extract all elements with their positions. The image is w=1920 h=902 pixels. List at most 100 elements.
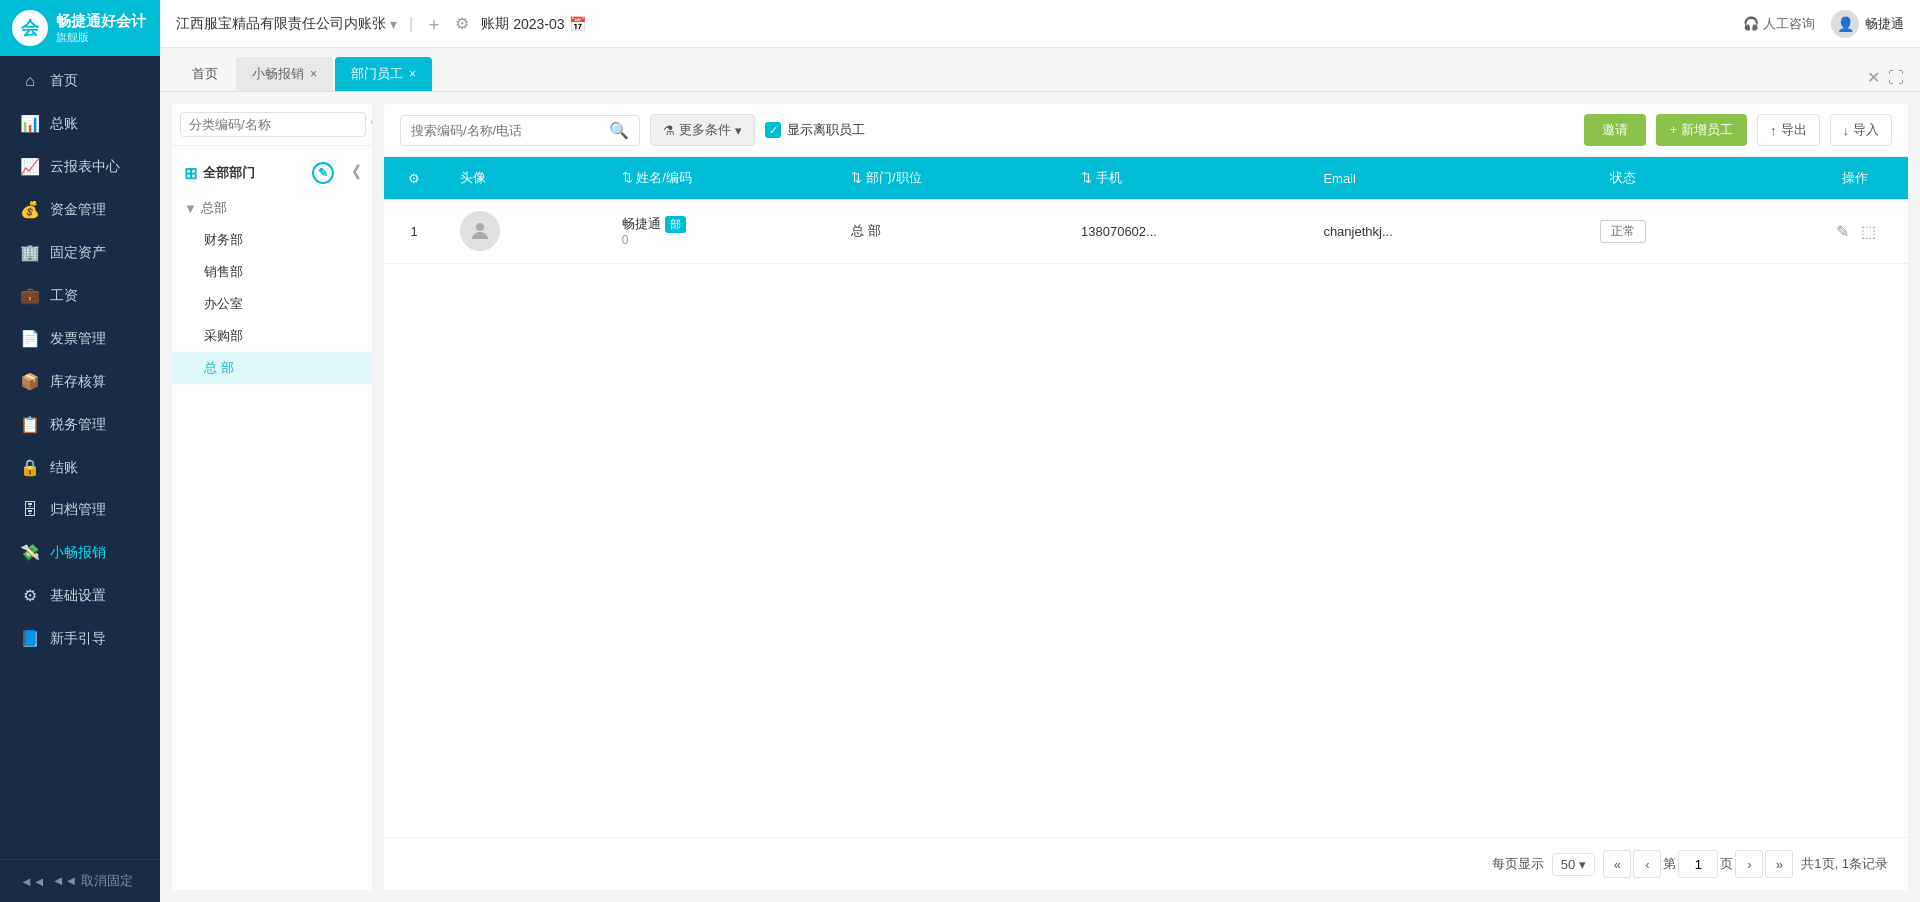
cell-actions: ✎ ⬚ — [1710, 199, 1908, 264]
sidebar-item-expense[interactable]: 💸 小畅报销 — [0, 531, 160, 574]
filter-button[interactable]: ⚗ 更多条件 ▾ — [650, 114, 755, 146]
dept-edit-button[interactable]: ✎ — [312, 162, 334, 184]
sidebar-pin-toggle[interactable]: ◄◄ ◄◄ 取消固定 — [0, 859, 160, 902]
first-page-button[interactable]: « — [1603, 850, 1631, 878]
invite-button[interactable]: 邀请 — [1584, 114, 1646, 146]
chevron-down-icon: ▾ — [390, 16, 397, 32]
edit-icon[interactable]: ✎ — [1836, 222, 1849, 241]
reports-icon: 📈 — [20, 157, 40, 176]
cell-email: chanjethkj... — [1307, 199, 1535, 264]
sidebar-item-invoice[interactable]: 📄 发票管理 — [0, 317, 160, 360]
cell-dept: 总 部 — [835, 199, 1065, 264]
employee-code: 0 — [622, 233, 820, 247]
sidebar-item-home[interactable]: ⌂ 首页 — [0, 60, 160, 102]
employee-name: 畅捷通 — [622, 215, 661, 233]
tab-dept[interactable]: 部门员工 × — [335, 57, 432, 91]
assets-icon: 🏢 — [20, 243, 40, 262]
tabs-bar: 首页 小畅报销 × 部门员工 × ✕ ⛶ — [160, 48, 1920, 92]
prev-page-button[interactable]: ‹ — [1633, 850, 1661, 878]
sidebar-item-label: 基础设置 — [50, 587, 106, 605]
dept-name: 总 部 — [851, 223, 881, 238]
sidebar-item-guide[interactable]: 📘 新手引导 — [0, 617, 160, 660]
search-icon[interactable]: 🔍 — [370, 115, 372, 134]
toolbar: 🔍 ⚗ 更多条件 ▾ ✓ 显示离职员工 邀请 + 新增员工 — [384, 104, 1908, 157]
sidebar-item-label: 云报表中心 — [50, 158, 120, 176]
show-resign-toggle[interactable]: ✓ 显示离职员工 — [765, 121, 865, 139]
col-actions: 操作 — [1710, 157, 1908, 199]
chevron-down-icon: ▾ — [735, 123, 742, 138]
sidebar-item-tax[interactable]: 📋 税务管理 — [0, 403, 160, 446]
sidebar-item-close[interactable]: 🔒 结账 — [0, 446, 160, 489]
sidebar-item-ledger[interactable]: 📊 总账 — [0, 102, 160, 145]
sidebar-item-label: 结账 — [50, 459, 78, 477]
dept-root[interactable]: ▼ 总部 — [172, 192, 372, 224]
dept-item-label: 销售部 — [204, 264, 243, 279]
search-input[interactable] — [411, 123, 603, 138]
per-page-select[interactable]: 50 ▾ — [1552, 853, 1595, 876]
sidebar-item-reports[interactable]: 📈 云报表中心 — [0, 145, 160, 188]
dept-item-office[interactable]: 办公室 — [172, 288, 372, 320]
tab-close-icon[interactable]: × — [310, 67, 317, 81]
user-menu[interactable]: 👤 畅捷通 — [1831, 10, 1904, 38]
tab-close-dept-icon[interactable]: × — [409, 67, 416, 81]
dept-tree: ⊞ 全部部门 ✎ 《 ▼ 总部 财务部 销售部 办公室 — [172, 146, 372, 890]
service-button[interactable]: 🎧 人工咨询 — [1743, 15, 1815, 33]
dept-item-general[interactable]: 总 部 — [172, 352, 372, 384]
sidebar: 会 畅捷通好会计 旗舰版 ⌂ 首页 📊 总账 📈 云报表中心 💰 资金管理 🏢 … — [0, 0, 160, 902]
dept-search-input[interactable] — [180, 112, 366, 137]
add-employee-button[interactable]: + 新增员工 — [1656, 114, 1747, 146]
expand-icon[interactable]: ⛶ — [1888, 69, 1904, 87]
search-icon[interactable]: 🔍 — [609, 121, 629, 140]
sidebar-item-inventory[interactable]: 📦 库存核算 — [0, 360, 160, 403]
tab-home[interactable]: 首页 — [176, 57, 234, 91]
close-period-icon: 🔒 — [20, 458, 40, 477]
filter-label: 更多条件 — [679, 121, 731, 139]
cell-index: 1 — [384, 199, 444, 264]
tax-icon: 📋 — [20, 415, 40, 434]
close-window-icon[interactable]: ✕ — [1867, 68, 1880, 87]
sidebar-item-label: 库存核算 — [50, 373, 106, 391]
tab-label: 首页 — [192, 65, 218, 83]
sidebar-item-archive[interactable]: 🗄 归档管理 — [0, 489, 160, 531]
sidebar-item-assets[interactable]: 🏢 固定资产 — [0, 231, 160, 274]
col-email: Email — [1307, 157, 1535, 199]
logo-title: 畅捷通好会计 — [56, 12, 146, 30]
invite-label: 邀请 — [1602, 122, 1628, 137]
company-selector[interactable]: 江西服宝精品有限责任公司内账张 ▾ — [176, 15, 397, 33]
import-label: 导入 — [1853, 121, 1879, 139]
last-page-button[interactable]: » — [1765, 850, 1793, 878]
sidebar-item-salary[interactable]: 💼 工资 — [0, 274, 160, 317]
cell-status: 正常 — [1535, 199, 1710, 264]
logout-icon[interactable]: ⬚ — [1861, 222, 1876, 241]
import-button[interactable]: ↓ 导入 — [1830, 114, 1893, 146]
dept-item-label: 总 部 — [204, 360, 234, 375]
page-number-input[interactable] — [1678, 850, 1718, 878]
dept-item-label: 办公室 — [204, 296, 243, 311]
sidebar-item-label: 小畅报销 — [50, 544, 106, 562]
avatar: 👤 — [1831, 10, 1859, 38]
dept-item-finance[interactable]: 财务部 — [172, 224, 372, 256]
dept-item-purchase[interactable]: 采购部 — [172, 320, 372, 352]
guide-icon: 📘 — [20, 629, 40, 648]
col-gear[interactable]: ⚙ — [384, 157, 444, 199]
col-name[interactable]: ⇅ 姓名/编码 — [606, 157, 836, 199]
col-avatar: 头像 — [444, 157, 606, 199]
sidebar-item-funds[interactable]: 💰 资金管理 — [0, 188, 160, 231]
expand-arrow-icon: ▼ — [184, 201, 197, 216]
dept-item-sales[interactable]: 销售部 — [172, 256, 372, 288]
add-label: + 新增员工 — [1670, 121, 1733, 139]
col-dept[interactable]: ⇅ 部门/职位 — [835, 157, 1065, 199]
export-button[interactable]: ↑ 导出 — [1757, 114, 1820, 146]
add-company-icon[interactable]: ＋ — [425, 12, 443, 36]
dept-all-item[interactable]: ⊞ 全部部门 ✎ 《 — [172, 154, 372, 192]
period-selector[interactable]: 账期 2023-03 📅 — [481, 15, 585, 33]
next-page-button[interactable]: › — [1735, 850, 1763, 878]
settings-gear-icon[interactable]: ⚙ — [455, 14, 469, 33]
col-phone[interactable]: ⇅ 手机 — [1065, 157, 1307, 199]
import-icon: ↓ — [1843, 123, 1850, 138]
sidebar-item-label: 税务管理 — [50, 416, 106, 434]
tab-expense[interactable]: 小畅报销 × — [236, 57, 333, 91]
col-status: 状态 — [1535, 157, 1710, 199]
collapse-icon[interactable]: 《 — [344, 163, 360, 184]
sidebar-item-settings[interactable]: ⚙ 基础设置 — [0, 574, 160, 617]
